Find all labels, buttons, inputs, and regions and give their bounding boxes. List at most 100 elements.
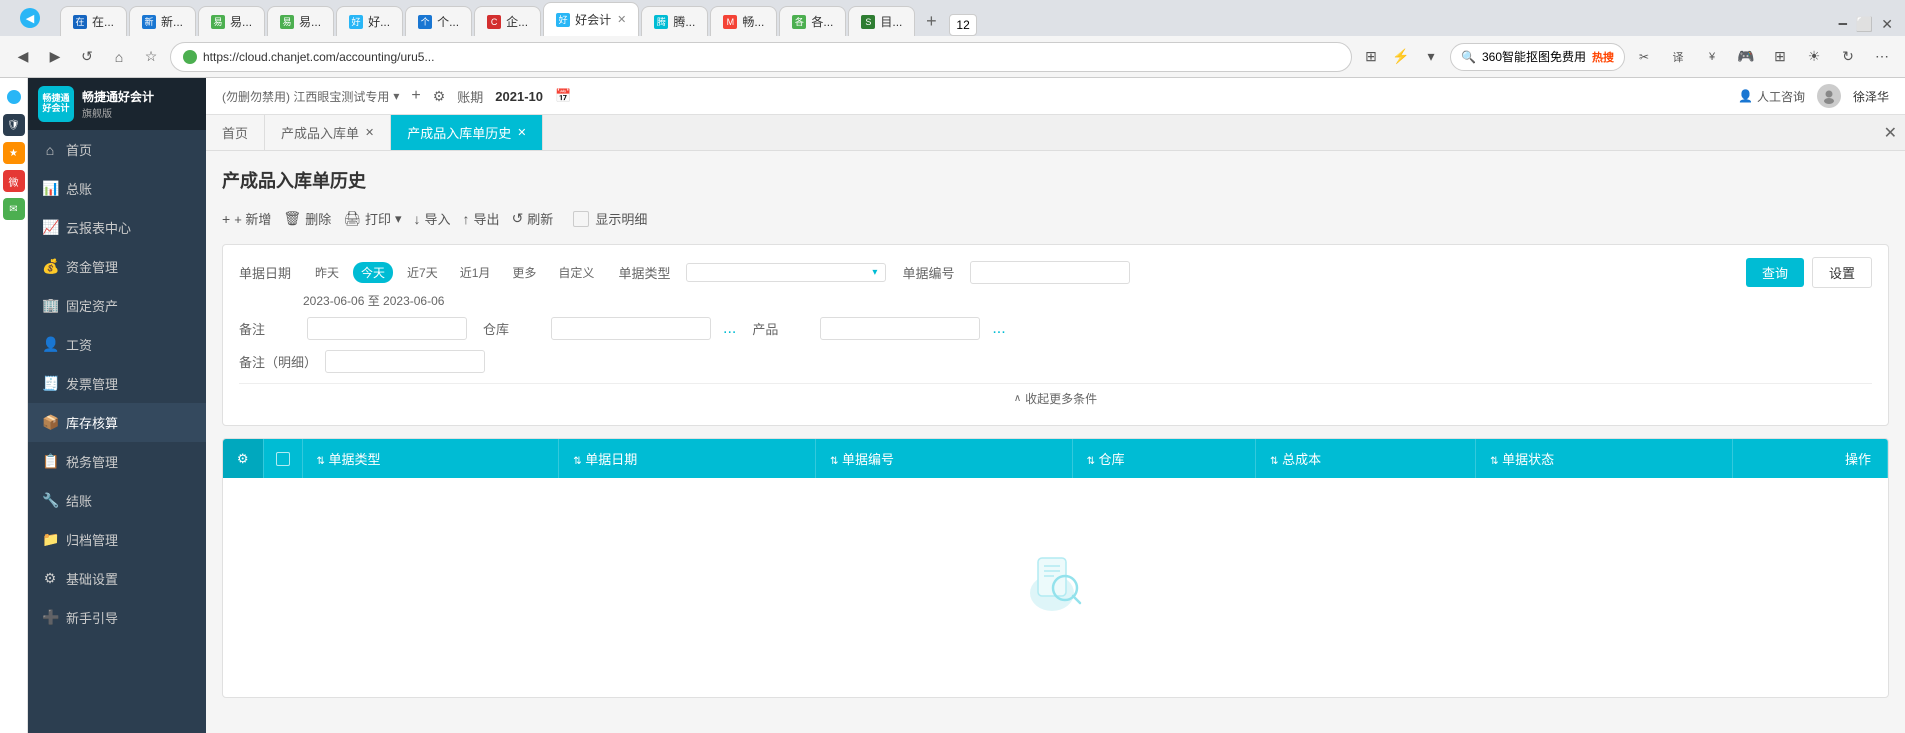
icon-sidebar-mail[interactable]: ✉: [3, 198, 25, 220]
dropdown-button[interactable]: ▾: [1418, 44, 1444, 70]
tab-counter[interactable]: 12: [949, 14, 976, 36]
gear-icon[interactable]: ⚙: [237, 451, 249, 466]
sidebar-item-salary[interactable]: 👤 工资: [28, 325, 206, 364]
sidebar-item-report[interactable]: 📈 云报表中心: [28, 208, 206, 247]
lightning-button[interactable]: ⚡: [1388, 44, 1414, 70]
date-custom[interactable]: 自定义: [550, 262, 602, 283]
new-button[interactable]: + + 新增: [222, 209, 271, 228]
search-bar[interactable]: 🔍 360智能抠图免费用 热搜: [1450, 43, 1625, 71]
tab-8[interactable]: 好 好会计 ✕: [543, 2, 639, 36]
header-checkbox[interactable]: [276, 452, 290, 466]
home-button[interactable]: ⌂: [106, 44, 132, 70]
tab-stock-in[interactable]: 产成品入库单 ✕: [265, 115, 391, 150]
import-button[interactable]: ↓ 导入: [414, 209, 451, 228]
sun-button[interactable]: ☀: [1801, 44, 1827, 70]
sidebar-item-archive[interactable]: 📁 归档管理: [28, 520, 206, 559]
settings-button[interactable]: 设置: [1812, 257, 1872, 288]
th-status[interactable]: ⇅ 单据状态: [1476, 439, 1733, 478]
tab-stock-in-close[interactable]: ✕: [365, 126, 374, 139]
number-input[interactable]: [970, 261, 1130, 284]
tab-10[interactable]: M 畅...: [710, 6, 777, 36]
tab-8-close[interactable]: ✕: [617, 13, 626, 26]
url-box[interactable]: https://cloud.chanjet.com/accounting/uru…: [170, 42, 1352, 72]
settings-gear-button[interactable]: ⚙: [433, 88, 446, 105]
th-number[interactable]: ⇅ 单据编号: [815, 439, 1072, 478]
show-detail-checkbox[interactable]: [573, 211, 589, 227]
game-button[interactable]: 🎮: [1733, 44, 1759, 70]
consultant-button[interactable]: 👤 人工咨询: [1738, 88, 1805, 105]
browser-back-icon[interactable]: ◀: [20, 8, 40, 28]
tab-6[interactable]: 个 个...: [405, 6, 472, 36]
print-button[interactable]: 🖨 打印 ▾: [343, 209, 401, 228]
query-button[interactable]: 查询: [1746, 258, 1804, 287]
tab-1[interactable]: 在 在...: [60, 6, 127, 36]
sidebar-item-guide[interactable]: ➕ 新手引导: [28, 598, 206, 637]
tab-5[interactable]: 好 好...: [336, 6, 403, 36]
add-company-button[interactable]: +: [411, 87, 420, 105]
calendar-icon[interactable]: 📅: [555, 88, 571, 104]
forward-button[interactable]: ▶: [42, 44, 68, 70]
icon-sidebar-weibo[interactable]: 微: [3, 170, 25, 192]
tab-11[interactable]: 各 各...: [779, 6, 846, 36]
sidebar-item-invoice[interactable]: 🧾 发票管理: [28, 364, 206, 403]
type-select[interactable]: ▾: [686, 263, 886, 282]
tab-4[interactable]: 易 易...: [267, 6, 334, 36]
th-date[interactable]: ⇅ 单据日期: [559, 439, 816, 478]
tab-stock-in-history-close[interactable]: ✕: [517, 126, 526, 139]
close-panel-button[interactable]: ✕: [1876, 119, 1905, 147]
sidebar-item-home[interactable]: ⌂ 首页: [28, 130, 206, 169]
layout-button[interactable]: ⊞: [1767, 44, 1793, 70]
date-yesterday[interactable]: 昨天: [307, 262, 347, 283]
icon-sidebar-shield[interactable]: 🛡: [3, 114, 25, 136]
product-input[interactable]: [820, 317, 980, 340]
product-dots[interactable]: ...: [992, 320, 1005, 338]
maximize-button[interactable]: ⬜: [1856, 16, 1873, 33]
refresh-button[interactable]: ↺ 刷新: [512, 209, 554, 228]
th-warehouse[interactable]: ⇅ 仓库: [1072, 439, 1255, 478]
sidebar-item-ledger[interactable]: 📊 总账: [28, 169, 206, 208]
reload-button[interactable]: ↺: [74, 44, 100, 70]
sidebar-item-inventory[interactable]: 📦 库存核算: [28, 403, 206, 442]
sidebar-item-settle[interactable]: 🔧 结账: [28, 481, 206, 520]
date-1month[interactable]: 近1月: [452, 262, 499, 283]
more-button[interactable]: ⋯: [1869, 44, 1895, 70]
tab-9[interactable]: 腾 腾...: [641, 6, 708, 36]
tab-home[interactable]: 首页: [206, 115, 265, 150]
icon-sidebar-home[interactable]: [3, 86, 25, 108]
back-button[interactable]: ◀: [10, 44, 36, 70]
restore-button[interactable]: 🗕: [1838, 12, 1848, 36]
tab-7[interactable]: C 企...: [474, 6, 541, 36]
close-button[interactable]: ✕: [1881, 16, 1893, 33]
th-checkbox[interactable]: [263, 439, 302, 478]
detail-note-input[interactable]: [325, 350, 485, 373]
th-gear[interactable]: ⚙: [223, 439, 263, 478]
date-more[interactable]: 更多: [504, 262, 544, 283]
icon-sidebar-star[interactable]: ★: [3, 142, 25, 164]
tab-3[interactable]: 易 易...: [198, 6, 265, 36]
scissors-button[interactable]: ✂: [1631, 44, 1657, 70]
sidebar-item-tax[interactable]: 📋 税务管理: [28, 442, 206, 481]
sidebar-item-settings[interactable]: ⚙ 基础设置: [28, 559, 206, 598]
translate-button[interactable]: 译: [1665, 44, 1691, 70]
bookmark-button[interactable]: ☆: [138, 44, 164, 70]
th-type[interactable]: ⇅ 单据类型: [302, 439, 559, 478]
tab-stock-in-history[interactable]: 产成品入库单历史 ✕: [391, 115, 543, 150]
user-avatar[interactable]: [1817, 84, 1841, 108]
collapse-button[interactable]: ∧ 收起更多条件: [239, 383, 1872, 413]
company-selector[interactable]: (勿删勿禁用) 江西眼宝测试专用 ▾: [222, 88, 399, 105]
sync-button[interactable]: ↻: [1835, 44, 1861, 70]
export-button[interactable]: ↑ 导出: [463, 209, 500, 228]
date-today[interactable]: 今天: [353, 262, 393, 283]
warehouse-dots[interactable]: ...: [723, 320, 736, 338]
date-7days[interactable]: 近7天: [399, 262, 446, 283]
sidebar-item-fund[interactable]: 💰 资金管理: [28, 247, 206, 286]
new-tab-button[interactable]: +: [917, 6, 945, 36]
tab-2[interactable]: 新 新...: [129, 6, 196, 36]
grid-button[interactable]: ⊞: [1358, 44, 1384, 70]
delete-button[interactable]: 🗑 删除: [283, 209, 331, 228]
note-input[interactable]: [307, 317, 467, 340]
warehouse-input[interactable]: [551, 317, 711, 340]
yuan-button[interactable]: ¥: [1699, 44, 1725, 70]
tab-12[interactable]: S 目...: [848, 6, 915, 36]
sidebar-item-asset[interactable]: 🏢 固定资产: [28, 286, 206, 325]
